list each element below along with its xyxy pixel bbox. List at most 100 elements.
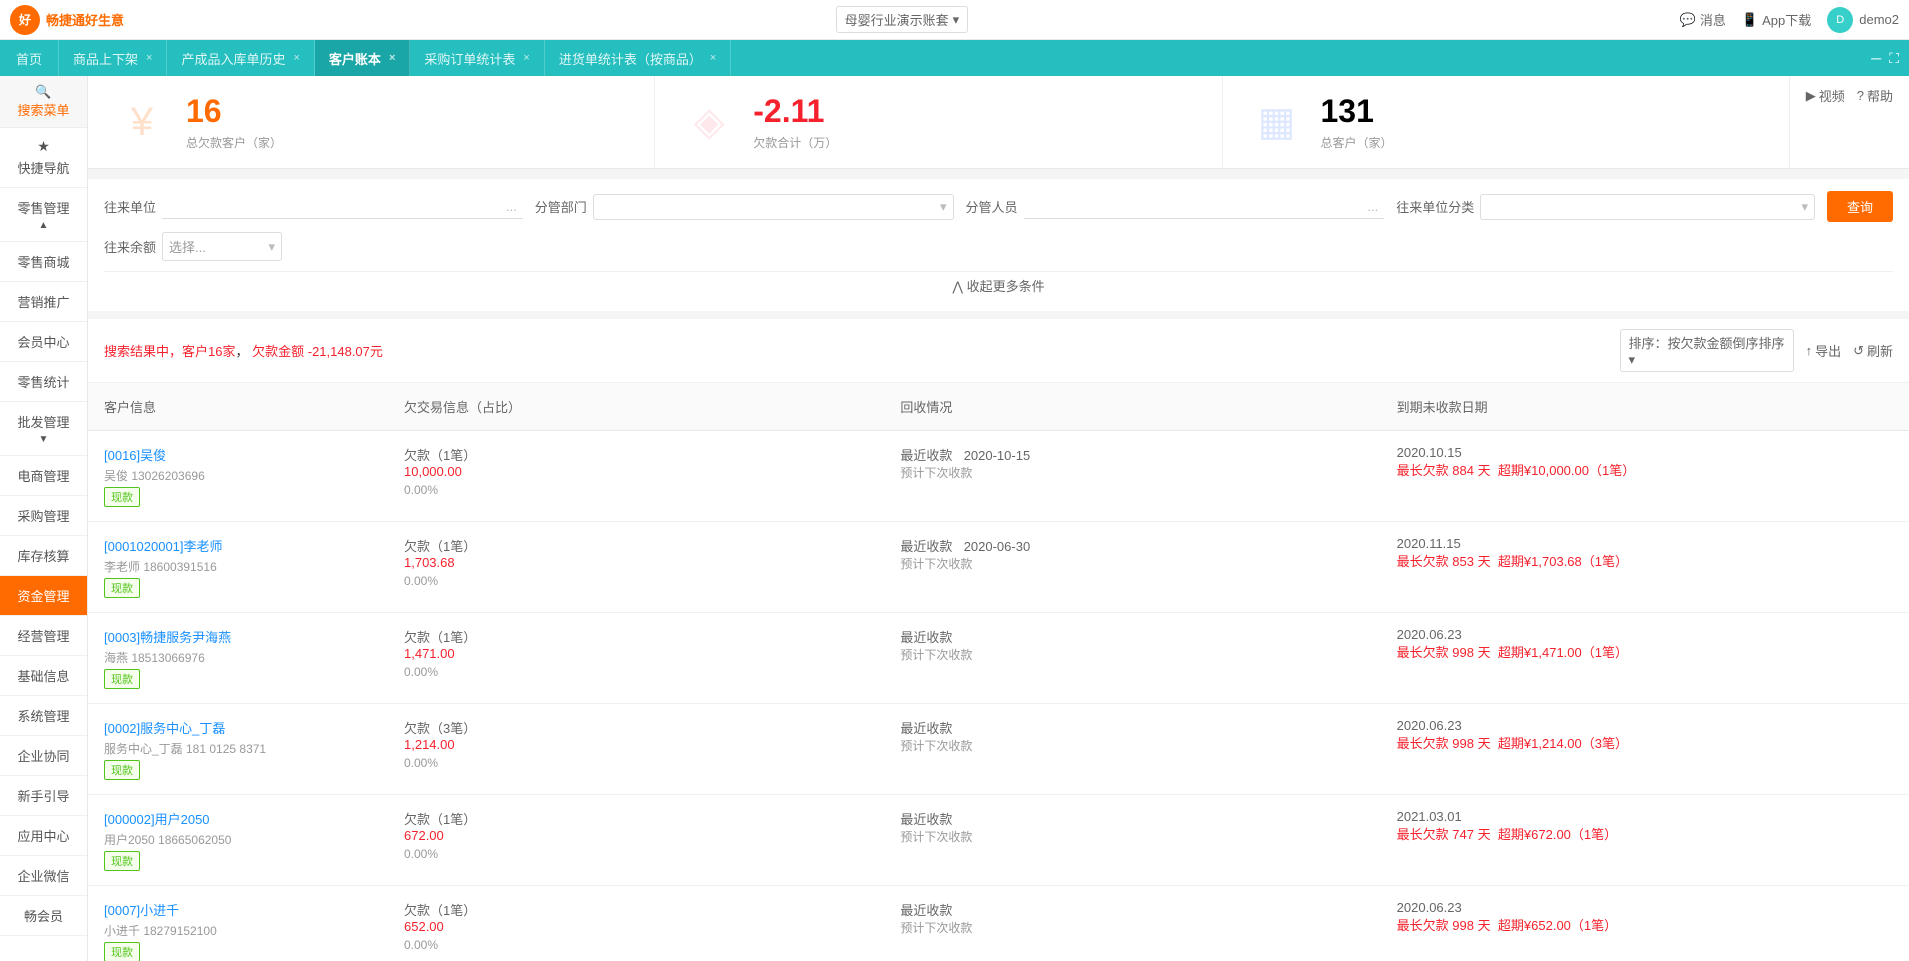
table-row: [000002]用户2050 用户2050 18665062050 现款 欠款（… (88, 795, 1909, 886)
tab-purchase-stats[interactable]: 采购订单统计表 × (410, 40, 544, 76)
sidebar-item-retail-mgmt[interactable]: 零售管理 ▲ (0, 188, 87, 242)
filter-row-1: 往来单位 ... 分管部门 ▾ 分管人员 ... (104, 191, 1893, 222)
maximize-icon[interactable]: ⛶ (1889, 50, 1899, 67)
sort-select[interactable]: 排序：按欠款金额倒序排序 ▾ (1620, 329, 1794, 372)
sidebar-item-app-center[interactable]: 应用中心 (0, 816, 87, 856)
debt-percent: 0.00% (404, 847, 900, 861)
balance-select[interactable]: 选择... ▾ (162, 232, 282, 261)
sidebar-item-enterprise-wechat[interactable]: 企业微信 (0, 856, 87, 896)
customer-link[interactable]: [0007]小进千 (104, 903, 179, 918)
sidebar-item-purchase-mgmt[interactable]: 采购管理 (0, 496, 87, 536)
sidebar-item-operations[interactable]: 经营管理 (0, 616, 87, 656)
cell-due: 2020.11.15 最长欠款 853 天 超期¥1,703.68（1笔） (1397, 532, 1893, 602)
sidebar-item-system[interactable]: 系统管理 (0, 696, 87, 736)
sidebar-search[interactable]: 🔍 搜索菜单 (0, 76, 87, 128)
top-bar: 好 畅捷通好生意 母婴行业演示账套 ▾ 💬 消息 📱 App下载 D demo2 (0, 0, 1909, 40)
debt-percent: 0.00% (404, 574, 900, 588)
sidebar-nav: 零售管理 ▲ 零售商城 营销推广 会员中心 零售统计 批发管理 ▼ 电商管理 (0, 188, 87, 936)
stat-debt-customers: ¥ 16 总欠款客户（家） (88, 76, 655, 168)
tab-product-status[interactable]: 商品上下架 × (59, 40, 167, 76)
close-icon[interactable]: × (389, 52, 395, 64)
sidebar-item-new-guide[interactable]: 新手引导 (0, 776, 87, 816)
customer-link[interactable]: [0003]畅捷服务尹海燕 (104, 630, 231, 645)
sidebar-item-quick-nav[interactable]: ★ 快捷导航 (0, 128, 87, 188)
filter-balance: 往来余额 选择... ▾ (104, 232, 354, 261)
last-collect-date: 2020-06-30 (964, 539, 1031, 554)
customer-link[interactable]: [0001020001]李老师 (104, 539, 223, 554)
store-selector[interactable]: 母婴行业演示账套 ▾ (836, 6, 969, 33)
search-button[interactable]: 查询 (1827, 191, 1893, 222)
chevron-down-icon: ▾ (1629, 352, 1785, 368)
header-debt: 欠交易信息（占比） (404, 393, 900, 420)
export-button[interactable]: ↑ 导出 (1806, 341, 1842, 360)
cell-due: 2020.06.23 最长欠款 998 天 超期¥1,471.00（1笔） (1397, 623, 1893, 693)
app-download-button[interactable]: 📱 App下载 (1742, 10, 1811, 29)
sidebar-item-basic-info[interactable]: 基础信息 (0, 656, 87, 696)
sidebar-item-marketing[interactable]: 营销推广 (0, 282, 87, 322)
minimize-icon[interactable]: ─ (1871, 50, 1881, 66)
due-date: 2020.10.15 (1397, 445, 1893, 460)
tab-customer-account[interactable]: 客户账本 × (315, 40, 410, 76)
overdue-amount-link[interactable]: 超期¥1,703.68（1笔） (1498, 554, 1628, 569)
overdue-amount-link[interactable]: 超期¥10,000.00（1笔） (1498, 463, 1635, 478)
collapse-filter-button[interactable]: ⋀ 收起更多条件 (104, 271, 1893, 299)
sidebar-item-retail-stats[interactable]: 零售统计 (0, 362, 87, 402)
overdue-amount-link[interactable]: 超期¥1,214.00（3笔） (1498, 736, 1628, 751)
last-collect-date: 2020-10-15 (964, 448, 1031, 463)
search-icon: 🔍 (35, 84, 51, 99)
star-icon: ★ (37, 138, 50, 155)
help-button[interactable]: ? 帮助 (1857, 86, 1893, 105)
sidebar-item-enterprise-collab[interactable]: 企业协同 (0, 736, 87, 776)
refresh-button[interactable]: ↺ 刷新 (1853, 341, 1893, 360)
person-input[interactable]: ... (1024, 195, 1385, 219)
close-icon[interactable]: × (710, 52, 716, 64)
cell-customer-info: [0007]小进千 小进千 18279152100 现款 (104, 896, 404, 961)
filter-person: 分管人员 ... (966, 195, 1385, 219)
overdue-info: 最长欠款 747 天 超期¥672.00（1笔） (1397, 824, 1893, 843)
customer-link[interactable]: [000002]用户2050 (104, 812, 210, 827)
debt-total-label: 欠款合计（万） (753, 134, 837, 151)
sidebar-item-inventory[interactable]: 库存核算 (0, 536, 87, 576)
view-button[interactable]: ▶ 视频 (1806, 86, 1845, 105)
overdue-amount-link[interactable]: 超期¥672.00（1笔） (1498, 827, 1617, 842)
close-icon[interactable]: × (523, 52, 529, 64)
close-icon[interactable]: × (293, 52, 299, 64)
customer-link[interactable]: [0002]服务中心_丁磊 (104, 721, 225, 736)
last-collect-label: 最近收款 (900, 630, 952, 645)
chevron-down-icon: ▾ (1801, 199, 1808, 215)
chevron-down-icon: ▾ (953, 12, 960, 28)
total-customers-value: 131 (1321, 93, 1393, 130)
overdue-amount-link[interactable]: 超期¥1,471.00（1笔） (1498, 645, 1628, 660)
user-menu[interactable]: D demo2 (1827, 7, 1899, 33)
debt-count: 欠款（3笔） (404, 718, 900, 737)
yuan-icon: ¥ (112, 92, 172, 152)
next-collect-label: 预计下次收款 (900, 646, 1396, 663)
sidebar: 🔍 搜索菜单 ★ 快捷导航 零售管理 ▲ 零售商城 营销推广 会员中心 零售统计 (0, 76, 88, 961)
header-customer: 客户信息 (104, 393, 404, 420)
cell-debt: 欠款（1笔） 1,703.68 0.00% (404, 532, 900, 602)
due-date: 2020.06.23 (1397, 627, 1893, 642)
sidebar-item-finance[interactable]: 资金管理 (0, 576, 87, 616)
logo-area: 好 畅捷通好生意 (10, 5, 124, 35)
phone-icon: 📱 (1742, 12, 1758, 28)
results-actions: 排序：按欠款金额倒序排序 ▾ ↑ 导出 ↺ 刷新 (1620, 329, 1893, 372)
close-icon[interactable]: × (146, 52, 152, 64)
tab-purchase-product-stats[interactable]: 进货单统计表（按商品） × (545, 40, 731, 76)
department-select[interactable]: ▾ (593, 194, 954, 220)
next-collect-label: 预计下次收款 (900, 828, 1396, 845)
stat-total-customers: ▦ 131 总客户（家） (1223, 76, 1790, 168)
sidebar-item-member-center[interactable]: 会员中心 (0, 322, 87, 362)
party-input[interactable]: ... (162, 195, 523, 219)
sidebar-item-wholesale-mgmt[interactable]: 批发管理 ▼ (0, 402, 87, 456)
customer-link[interactable]: [0016]吴俊 (104, 448, 166, 463)
sidebar-item-ecommerce[interactable]: 电商管理 (0, 456, 87, 496)
debt-count: 欠款（1笔） (404, 900, 900, 919)
sidebar-item-retail-mall[interactable]: 零售商城 (0, 242, 87, 282)
tab-home[interactable]: 首页 (0, 40, 59, 76)
category-select[interactable]: ▾ (1480, 194, 1815, 220)
tab-product-history[interactable]: 产成品入库单历史 × (167, 40, 314, 76)
messages-button[interactable]: 💬 消息 (1680, 10, 1726, 29)
debt-percent: 0.00% (404, 665, 900, 679)
sidebar-item-member[interactable]: 畅会员 (0, 896, 87, 936)
overdue-amount-link[interactable]: 超期¥652.00（1笔） (1498, 918, 1617, 933)
